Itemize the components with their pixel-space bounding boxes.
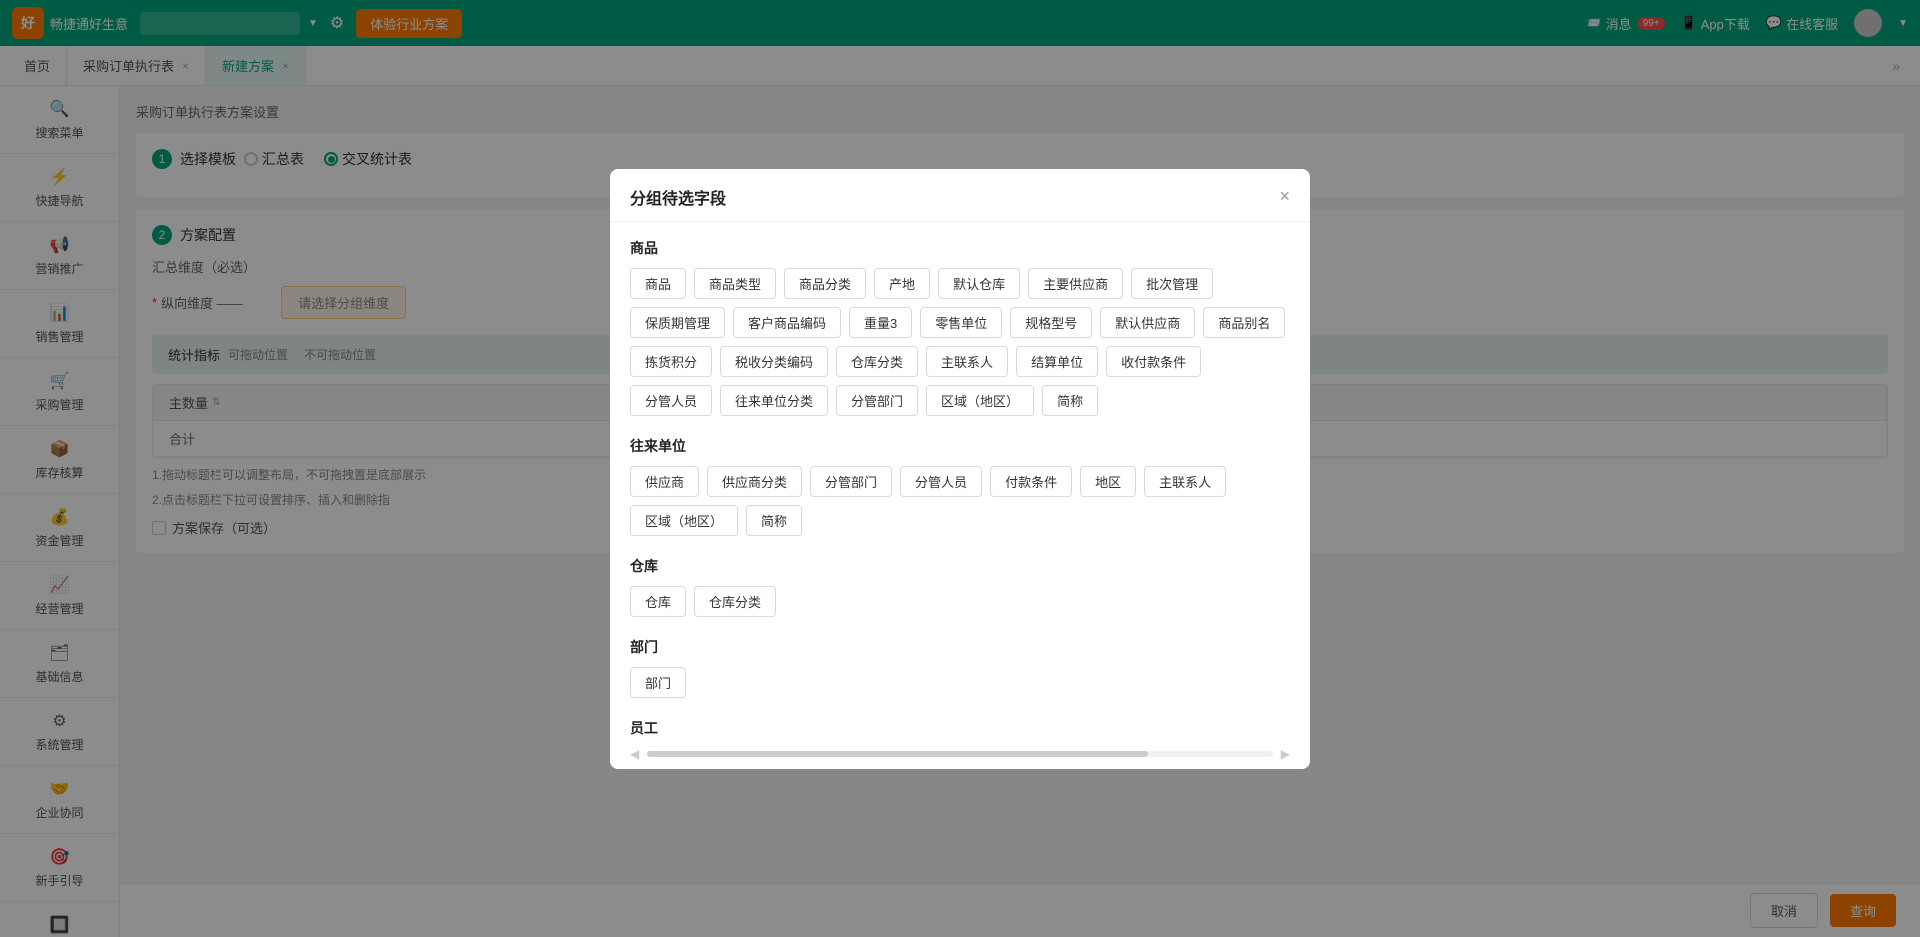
field-tag[interactable]: 默认供应商 (1100, 307, 1195, 338)
field-tag[interactable]: 区域（地区） (630, 505, 738, 536)
field-group-product-title: 商品 (630, 238, 1290, 258)
field-tag[interactable]: 主联系人 (926, 346, 1008, 377)
field-group-warehouse-title: 仓库 (630, 556, 1290, 576)
field-tag[interactable]: 仓库分类 (694, 586, 776, 617)
field-tag[interactable]: 批次管理 (1131, 268, 1213, 299)
field-tag[interactable]: 分管部门 (810, 466, 892, 497)
field-group-partner: 往来单位 供应商供应商分类分管部门分管人员付款条件地区主联系人区域（地区） 简称 (630, 436, 1290, 536)
field-tag[interactable]: 重量3 (849, 307, 912, 338)
field-tag[interactable]: 付款条件 (990, 466, 1072, 497)
field-tag[interactable]: 拣货积分 (630, 346, 712, 377)
modal-overlay: 分组待选字段 × 商品 商品商品类型商品分类产地默认仓库主要供应商批次管理保质期… (0, 0, 1920, 937)
field-tag[interactable]: 主要供应商 (1028, 268, 1123, 299)
field-tag[interactable]: 商品分类 (784, 268, 866, 299)
field-group-employee: 员工 业务员 (630, 718, 1290, 747)
field-tag[interactable]: 保质期管理 (630, 307, 725, 338)
field-tag[interactable]: 规格型号 (1010, 307, 1092, 338)
field-tags-warehouse: 仓库仓库分类 (630, 586, 1290, 617)
field-group-warehouse: 仓库 仓库仓库分类 (630, 556, 1290, 617)
modal-close-button[interactable]: × (1279, 186, 1290, 207)
field-group-department: 部门 部门 (630, 637, 1290, 698)
field-tag[interactable]: 主联系人 (1144, 466, 1226, 497)
field-tag[interactable]: 客户商品编码 (733, 307, 841, 338)
field-tag[interactable]: 产地 (874, 268, 930, 299)
field-tag[interactable]: 分管部门 (836, 385, 918, 416)
modal: 分组待选字段 × 商品 商品商品类型商品分类产地默认仓库主要供应商批次管理保质期… (610, 169, 1310, 769)
field-tag[interactable]: 商品别名 (1203, 307, 1285, 338)
field-tag[interactable]: 部门 (630, 667, 686, 698)
field-group-department-title: 部门 (630, 637, 1290, 657)
field-tag[interactable]: 商品 (630, 268, 686, 299)
field-group-partner-title: 往来单位 (630, 436, 1290, 456)
hscroll-left-arrow[interactable]: ◀ (630, 747, 639, 761)
field-tag[interactable]: 简称 (746, 505, 802, 536)
field-tag[interactable]: 供应商 (630, 466, 699, 497)
field-tags-product: 商品商品类型商品分类产地默认仓库主要供应商批次管理保质期管理客户商品编码重量3 零… (630, 268, 1290, 416)
modal-title: 分组待选字段 (630, 185, 726, 209)
field-tag[interactable]: 默认仓库 (938, 268, 1020, 299)
modal-body: 商品 商品商品类型商品分类产地默认仓库主要供应商批次管理保质期管理客户商品编码重… (610, 222, 1310, 747)
modal-header: 分组待选字段 × (610, 169, 1310, 222)
field-tag[interactable]: 简称 (1042, 385, 1098, 416)
field-tag[interactable]: 分管人员 (630, 385, 712, 416)
field-tag[interactable]: 商品类型 (694, 268, 776, 299)
field-tag[interactable]: 仓库 (630, 586, 686, 617)
field-tag[interactable]: 地区 (1080, 466, 1136, 497)
field-tag[interactable]: 结算单位 (1016, 346, 1098, 377)
field-tag[interactable]: 分管人员 (900, 466, 982, 497)
field-tag[interactable]: 区域（地区） (926, 385, 1034, 416)
field-tag[interactable]: 零售单位 (920, 307, 1002, 338)
field-tag[interactable]: 往来单位分类 (720, 385, 828, 416)
modal-hscroll-area: ◀ ▶ (610, 747, 1310, 769)
field-tag[interactable]: 仓库分类 (836, 346, 918, 377)
field-tags-department: 部门 (630, 667, 1290, 698)
hscroll-track (647, 751, 1273, 757)
hscroll-thumb[interactable] (647, 751, 1147, 757)
field-group-employee-title: 员工 (630, 718, 1290, 738)
field-tags-partner: 供应商供应商分类分管部门分管人员付款条件地区主联系人区域（地区） 简称 (630, 466, 1290, 536)
field-tag[interactable]: 税收分类编码 (720, 346, 828, 377)
hscroll-right-arrow[interactable]: ▶ (1281, 747, 1290, 761)
field-tag[interactable]: 收付款条件 (1106, 346, 1201, 377)
field-tag[interactable]: 供应商分类 (707, 466, 802, 497)
field-group-product: 商品 商品商品类型商品分类产地默认仓库主要供应商批次管理保质期管理客户商品编码重… (630, 238, 1290, 416)
